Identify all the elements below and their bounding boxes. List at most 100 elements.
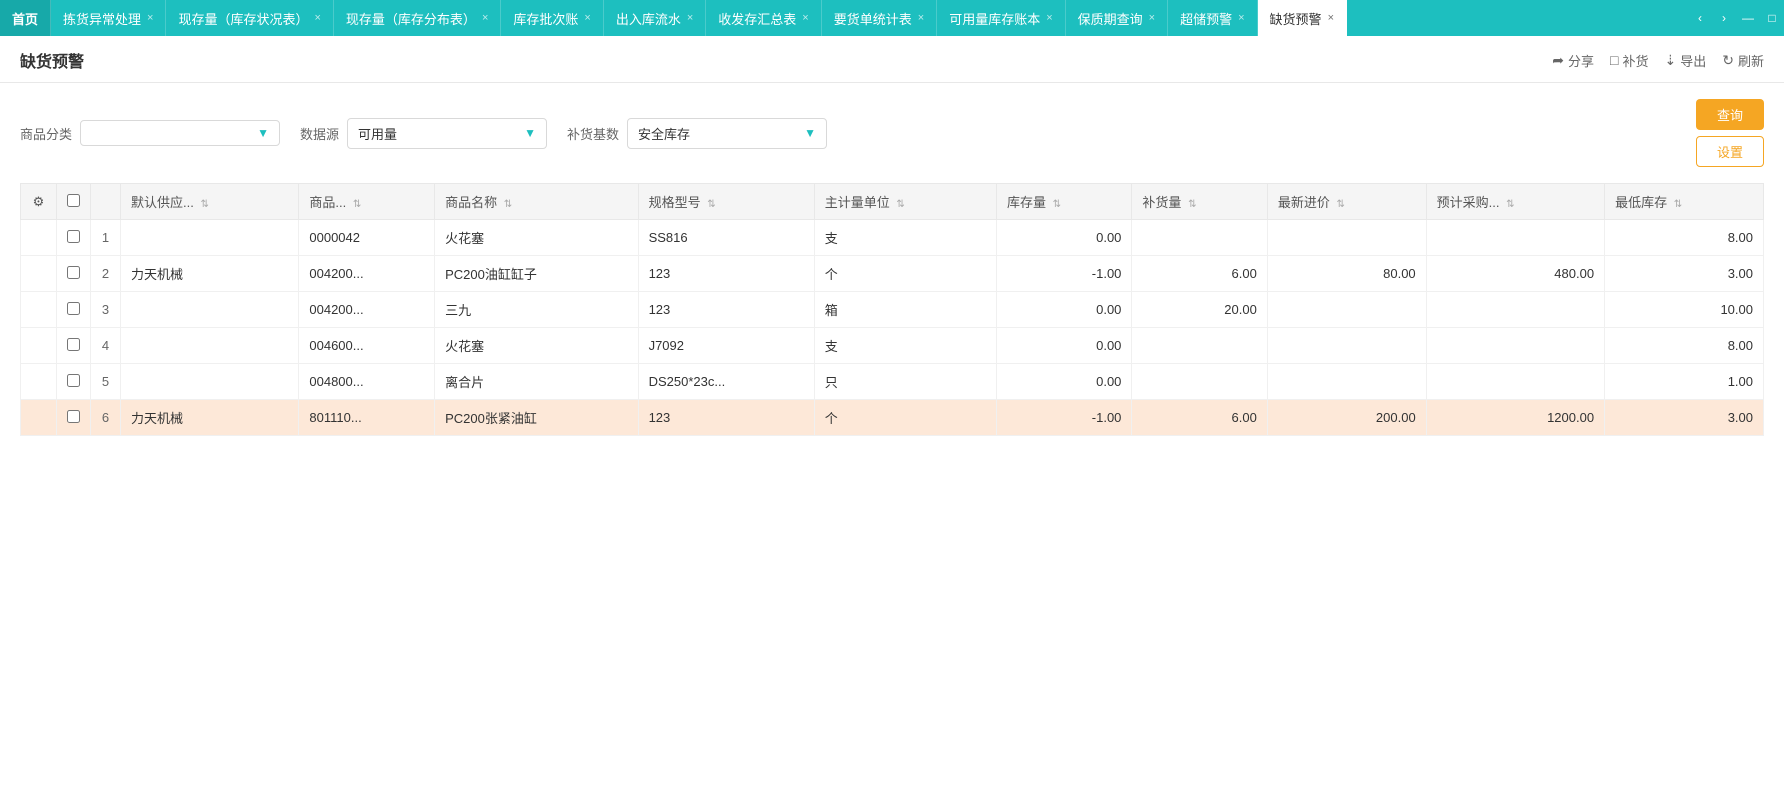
table-container: ⚙ 默认供应... ⇅ 商品... ⇅ 商品名称 [0, 183, 1784, 436]
row-latest-price [1267, 292, 1426, 328]
close-tab-expiry-query-icon[interactable]: × [1149, 12, 1155, 24]
close-tab-batch-account-icon[interactable]: × [584, 12, 590, 24]
replenish-label: 补货 [1622, 51, 1648, 70]
th-default-supplier[interactable]: 默认供应... ⇅ [121, 184, 299, 220]
select-all-checkbox[interactable] [67, 194, 80, 207]
tab-batch-account[interactable]: 库存批次账 × [501, 0, 603, 36]
gear-settings-icon[interactable]: ⚙ [33, 194, 45, 209]
tab-home-label: 首页 [12, 9, 38, 28]
row-product-name: 火花塞 [435, 220, 638, 256]
page-title: 缺货预警 [20, 48, 1552, 72]
th-latest-price[interactable]: 最新进价 ⇅ [1267, 184, 1426, 220]
export-label: 导出 [1680, 51, 1706, 70]
export-button[interactable]: ⇣ 导出 [1665, 51, 1707, 70]
category-filter-group: 商品分类 ▼ [20, 120, 280, 146]
tab-expiry-query[interactable]: 保质期查询 × [1066, 0, 1168, 36]
close-tab-collect-summary-icon[interactable]: × [802, 12, 808, 24]
row-checkbox[interactable] [67, 266, 80, 279]
close-tab-inventory-status-icon[interactable]: × [314, 12, 320, 24]
row-product-name: 离合片 [435, 364, 638, 400]
close-tab-inout-flow-icon[interactable]: × [687, 12, 693, 24]
tab-inventory-status[interactable]: 现存量（库存状况表） × [166, 0, 333, 36]
th-gear[interactable]: ⚙ [21, 184, 57, 220]
nav-right-arrow[interactable]: › [1712, 0, 1736, 36]
th-checkbox[interactable] [57, 184, 91, 220]
row-latest-price: 80.00 [1267, 256, 1426, 292]
table-header-row: ⚙ 默认供应... ⇅ 商品... ⇅ 商品名称 [21, 184, 1764, 220]
tab-overstock[interactable]: 超储预警 × [1168, 0, 1257, 36]
th-stock-qty[interactable]: 库存量 ⇅ [997, 184, 1132, 220]
sort-product-name-icon: ⇅ [504, 199, 512, 210]
tab-order-stat[interactable]: 要货单统计表 × [822, 0, 937, 36]
th-product-name[interactable]: 商品名称 ⇅ [435, 184, 638, 220]
th-product-code[interactable]: 商品... ⇅ [299, 184, 435, 220]
sort-unit-icon: ⇅ [896, 199, 904, 210]
tab-shortage[interactable]: 缺货预警 × [1258, 0, 1347, 36]
row-spec: 123 [638, 256, 814, 292]
row-est-purchase [1426, 364, 1604, 400]
row-unit: 个 [814, 256, 996, 292]
close-tab-available-ledger-icon[interactable]: × [1046, 12, 1052, 24]
row-checkbox-cell[interactable] [57, 328, 91, 364]
row-checkbox-cell[interactable] [57, 256, 91, 292]
sort-product-code-icon: ⇅ [353, 199, 361, 210]
row-unit: 箱 [814, 292, 996, 328]
close-tab-overstock-icon[interactable]: × [1238, 12, 1244, 24]
row-checkbox[interactable] [67, 230, 80, 243]
nav-maximize-btn[interactable]: □ [1760, 0, 1784, 36]
tab-available-ledger[interactable]: 可用量库存账本 × [937, 0, 1065, 36]
tab-inventory-dist[interactable]: 现存量（库存分布表） × [334, 0, 501, 36]
row-default-supplier: 力天机械 [121, 256, 299, 292]
tab-collect-summary[interactable]: 收发存汇总表 × [706, 0, 821, 36]
tab-inout-flow[interactable]: 出入库流水 × [604, 0, 706, 36]
row-checkbox[interactable] [67, 374, 80, 387]
nav-minimize-btn[interactable]: — [1736, 0, 1760, 36]
nav-left-arrow[interactable]: ‹ [1688, 0, 1712, 36]
th-replenish-qty[interactable]: 补货量 ⇅ [1132, 184, 1267, 220]
sort-default-supplier-icon: ⇅ [200, 199, 208, 210]
datasource-select[interactable]: 可用量 ▼ [347, 118, 547, 149]
replenish-button[interactable]: □ 补货 [1610, 51, 1648, 70]
row-product-name: PC200油缸缸子 [435, 256, 638, 292]
refresh-button[interactable]: ↻ 刷新 [1722, 51, 1764, 70]
tab-exception-label: 拣货异常处理 [63, 9, 141, 28]
row-checkbox[interactable] [67, 410, 80, 423]
category-select[interactable]: ▼ [80, 120, 280, 146]
settings-button[interactable]: 设置 [1696, 136, 1764, 167]
row-product-code: 004800... [299, 364, 435, 400]
row-checkbox[interactable] [67, 338, 80, 351]
row-default-supplier: 力天机械 [121, 400, 299, 436]
row-replenish-qty [1132, 328, 1267, 364]
row-number: 3 [91, 292, 121, 328]
row-checkbox-cell[interactable] [57, 364, 91, 400]
close-tab-order-stat-icon[interactable]: × [918, 12, 924, 24]
row-checkbox-cell[interactable] [57, 400, 91, 436]
th-unit[interactable]: 主计量单位 ⇅ [814, 184, 996, 220]
filter-actions: 查询 设置 [1696, 99, 1764, 167]
row-spec: SS816 [638, 220, 814, 256]
tab-exception[interactable]: 拣货异常处理 × [51, 0, 166, 36]
replenish-base-filter-group: 补货基数 安全库存 ▼ [567, 118, 827, 149]
row-checkbox-cell[interactable] [57, 220, 91, 256]
close-tab-inventory-dist-icon[interactable]: × [482, 12, 488, 24]
tab-inout-flow-label: 出入库流水 [616, 9, 681, 28]
row-checkbox[interactable] [67, 302, 80, 315]
close-tab-exception-icon[interactable]: × [147, 12, 153, 24]
th-product-name-label: 商品名称 [445, 195, 497, 210]
row-gear-cell [21, 292, 57, 328]
th-min-stock[interactable]: 最低库存 ⇅ [1605, 184, 1764, 220]
datasource-label: 数据源 [300, 124, 339, 143]
replenish-base-select[interactable]: 安全库存 ▼ [627, 118, 827, 149]
tab-home[interactable]: 首页 [0, 0, 51, 36]
th-est-purchase[interactable]: 预计采购... ⇅ [1426, 184, 1604, 220]
close-tab-shortage-icon[interactable]: × [1328, 12, 1334, 24]
row-replenish-qty: 6.00 [1132, 256, 1267, 292]
query-button[interactable]: 查询 [1696, 99, 1764, 130]
share-button[interactable]: ➦ 分享 [1552, 51, 1594, 70]
row-latest-price: 200.00 [1267, 400, 1426, 436]
th-default-supplier-label: 默认供应... [131, 195, 194, 210]
tab-inventory-status-label: 现存量（库存状况表） [178, 9, 308, 28]
row-checkbox-cell[interactable] [57, 292, 91, 328]
th-spec[interactable]: 规格型号 ⇅ [638, 184, 814, 220]
sort-latest-price-icon: ⇅ [1336, 199, 1344, 210]
